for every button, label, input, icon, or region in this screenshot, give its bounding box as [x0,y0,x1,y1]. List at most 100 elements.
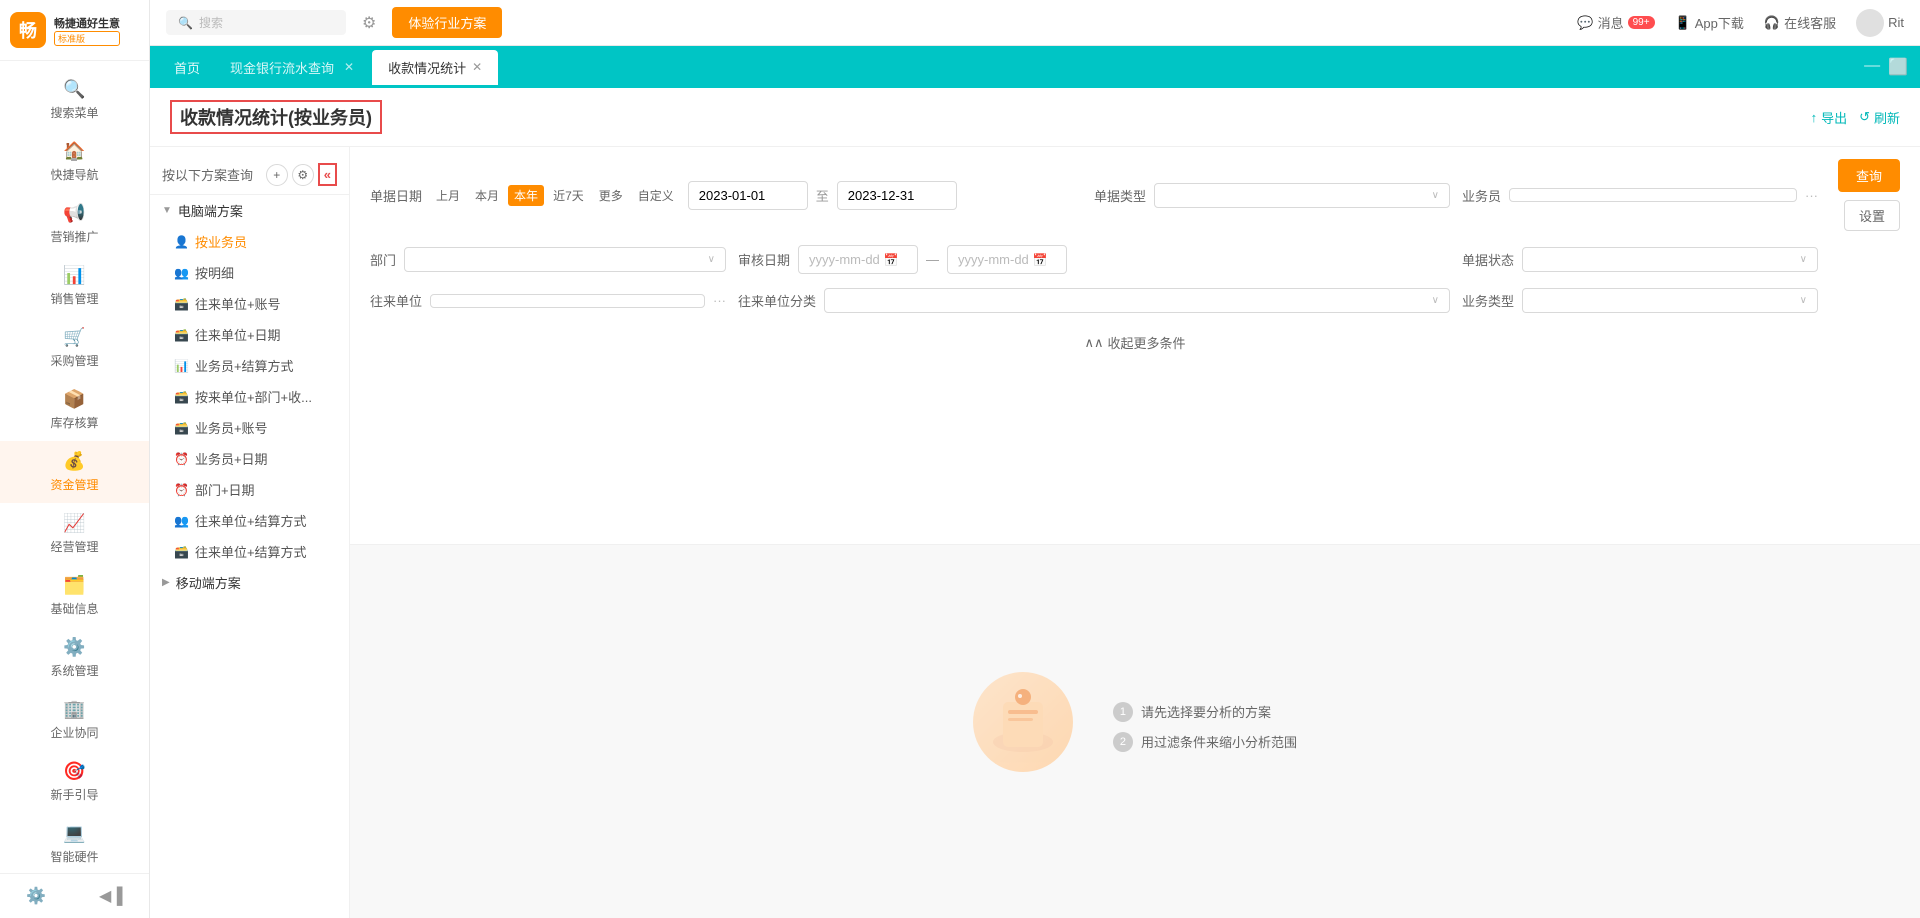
sidebar-item-quick-nav[interactable]: 🏠 快捷导航 [0,131,149,193]
logo-text: 畅捷通好生意 标准版 [54,15,120,46]
guide-icon: 🎯 [63,761,85,782]
tab-collection-stats-close[interactable]: ✕ [472,60,482,74]
hardware-icon: 💻 [63,823,85,844]
tab-home[interactable]: 首页 [162,50,212,85]
salesperson-more-icon[interactable]: ··· [1805,188,1818,203]
topbar-search-box[interactable]: 🔍 搜索 [166,10,346,35]
date-to-input[interactable]: 2023-12-31 [837,181,957,210]
partner-account-icon: 🗃️ [174,297,189,311]
review-date-from-input[interactable]: yyyy-mm-dd 📅 [798,245,918,274]
scheme-settings-btn[interactable]: ⚙ [292,164,314,186]
query-header: 按以下方案查询 + ⚙ « [150,155,349,195]
online-service-btn[interactable]: 🎧 在线客服 [1764,13,1836,32]
scheme-item-by-salesperson[interactable]: 👤 按业务员 [150,226,349,257]
filter-salesperson-field: 业务员 ··· [1462,186,1818,205]
mobile-group-header[interactable]: ▶ 移动端方案 [150,567,349,598]
filter-row-3: 往来单位 ··· 往来单位分类 ∨ [370,288,1900,313]
scheme-item-partner-account[interactable]: 🗃️ 往来单位+账号 [150,288,349,319]
scheme-item-partner-method2[interactable]: 🗃️ 往来单位+结算方式 [150,536,349,567]
service-icon: 🎧 [1764,15,1780,31]
doc-type-input[interactable]: ∨ [1154,183,1450,208]
date-btn-7days[interactable]: 近7天 [547,185,590,206]
filter-doc-type-field: 单据类型 ∨ [1094,183,1450,208]
desktop-group-header[interactable]: ▼ 电脑端方案 [150,195,349,226]
sidebar-item-guide[interactable]: 🎯 新手引导 [0,751,149,813]
salesperson-method-icon: 📊 [174,359,189,373]
scheme-item-salesperson-method[interactable]: 📊 业务员+结算方式 [150,350,349,381]
sales-icon: 📊 [63,265,85,286]
collapse-sidebar-icon[interactable]: ◀▐ [99,886,123,906]
query-btn[interactable]: 查询 [1838,159,1900,192]
date-btn-more[interactable]: 更多 [593,185,629,206]
filter-review-date-field: 审核日期 yyyy-mm-dd 📅 — yyyy-mm-dd 📅 [738,245,1450,274]
scheme-item-salesperson-account[interactable]: 🗃️ 业务员+账号 [150,412,349,443]
sidebar-item-purchase[interactable]: 🛒 采购管理 [0,317,149,379]
salesperson-input[interactable] [1509,188,1797,202]
filter-dept-field: 部门 ∨ [370,247,726,272]
tab-collection-stats[interactable]: 收款情况统计 ✕ [372,50,498,85]
filter-settings-btn[interactable]: 设置 [1844,200,1900,231]
sidebar-item-inventory[interactable]: 📦 库存核算 [0,379,149,441]
partner-more-icon[interactable]: ··· [713,293,726,308]
home-icon: 🏠 [63,141,85,162]
sidebar-item-system[interactable]: ⚙️ 系统管理 [0,627,149,689]
app-download-btn[interactable]: 📱 App下载 [1675,13,1744,32]
review-date-to-input[interactable]: yyyy-mm-dd 📅 [947,245,1067,274]
tab-minimize-icon[interactable]: — [1864,57,1880,77]
date-btn-last-month[interactable]: 上月 [430,185,466,206]
filter-row-2: 部门 ∨ 审核日期 yyyy-mm-dd 📅 [370,245,1900,274]
sidebar-item-marketing[interactable]: 📢 营销推广 [0,193,149,255]
tab-bank-flow[interactable]: 现金银行流水查询 ✕ [214,50,370,85]
message-btn[interactable]: 💬 消息 99+ [1577,13,1654,32]
export-btn[interactable]: ↑ 导出 [1811,108,1848,127]
dept-input[interactable]: ∨ [404,247,726,272]
date-from-input[interactable]: 2023-01-01 [688,181,808,210]
date-btn-custom[interactable]: 自定义 [632,185,680,206]
system-icon: ⚙️ [63,637,85,658]
partner-method2-icon: 🗃️ [174,545,189,559]
business-type-input[interactable]: ∨ [1522,288,1818,313]
main-area: 🔍 搜索 ⚙ 体验行业方案 💬 消息 99+ 📱 App下载 🎧 在线客服 Ri… [150,0,1920,918]
add-scheme-btn[interactable]: + [266,164,288,186]
sidebar-item-enterprise[interactable]: 🏢 企业协同 [0,689,149,751]
refresh-btn[interactable]: ↺ 刷新 [1859,108,1900,127]
topbar-settings-icon[interactable]: ⚙ [362,13,376,33]
detail-scheme-icon: 👥 [174,266,189,280]
sidebar-item-hardware[interactable]: 💻 智能硬件 [0,813,149,873]
partner-category-input[interactable]: ∨ [824,288,1450,313]
settings-bottom-icon[interactable]: ⚙️ [26,886,46,906]
collapse-scheme-btn[interactable]: « [318,163,337,186]
sidebar-item-basic[interactable]: 🗂️ 基础信息 [0,565,149,627]
sidebar-item-sales[interactable]: 📊 销售管理 [0,255,149,317]
search-icon: 🔍 [63,79,85,100]
tab-bank-flow-close[interactable]: ✕ [344,60,354,74]
empty-step-1: 1 请先选择要分析的方案 [1113,702,1297,722]
trial-btn[interactable]: 体验行业方案 [392,7,502,38]
collapse-more-btn[interactable]: ∧∧ 收起更多条件 [1084,333,1185,352]
scheme-item-by-detail[interactable]: 👥 按明细 [150,257,349,288]
content-split: 按以下方案查询 + ⚙ « ▼ 电脑端方案 👤 按业务员 [150,147,1920,918]
date-quick-select: 上月 本月 本年 近7天 更多 自定义 [430,185,680,206]
date-btn-this-month[interactable]: 本月 [469,185,505,206]
download-icon: 📱 [1675,15,1691,31]
scheme-item-dept-date[interactable]: ⏰ 部门+日期 [150,474,349,505]
scheme-item-salesperson-date[interactable]: ⏰ 业务员+日期 [150,443,349,474]
empty-steps-list: 1 请先选择要分析的方案 2 用过滤条件来缩小分析范围 [1113,702,1297,762]
date-btn-this-year[interactable]: 本年 [508,185,544,206]
user-name: Rit [1888,15,1904,30]
scheme-item-partner-method1[interactable]: 👥 往来单位+结算方式 [150,505,349,536]
partner-input[interactable] [430,294,705,308]
inventory-icon: 📦 [63,389,85,410]
sidebar-item-search[interactable]: 🔍 搜索菜单 [0,69,149,131]
doc-status-input[interactable]: ∨ [1522,247,1818,272]
sidebar-item-finance[interactable]: 💰 资金管理 [0,441,149,503]
page-title: 收款情况统计(按业务员) [170,100,382,134]
empty-step-2: 2 用过滤条件来缩小分析范围 [1113,732,1297,752]
sidebar-item-operations[interactable]: 📈 经营管理 [0,503,149,565]
scheme-item-partner-date[interactable]: 🗃️ 往来单位+日期 [150,319,349,350]
basic-icon: 🗂️ [63,575,85,596]
empty-state-area: 1 请先选择要分析的方案 2 用过滤条件来缩小分析范围 [350,545,1920,918]
scheme-item-by-partner-dept[interactable]: 🗃️ 按来单位+部门+收... [150,381,349,412]
tab-maximize-icon[interactable]: ⬜ [1888,57,1908,77]
user-avatar-area[interactable]: Rit [1856,9,1904,37]
